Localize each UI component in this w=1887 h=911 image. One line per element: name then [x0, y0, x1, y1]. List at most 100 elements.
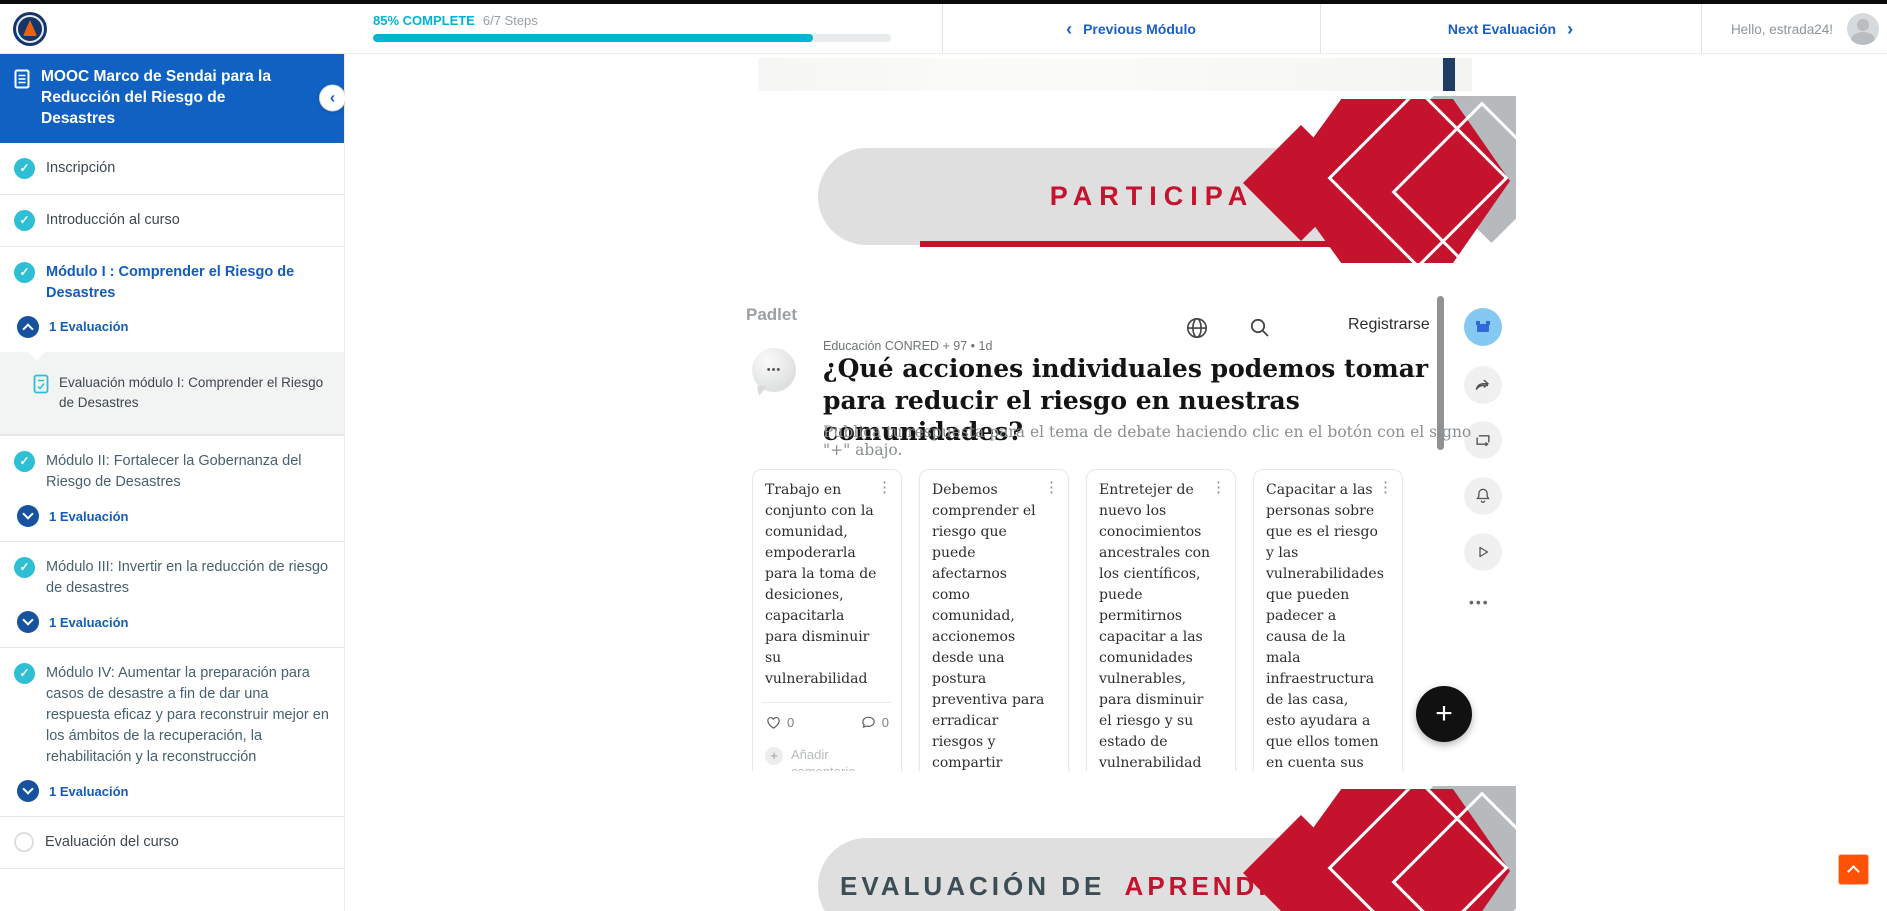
sidebar-module-1: ✓ Módulo I : Comprender el Riesgo de Des… — [0, 247, 344, 437]
hexagon-art — [1243, 96, 1516, 268]
eval-count-label: 1 Evaluación — [49, 614, 129, 630]
card-divider — [762, 702, 892, 703]
plus-icon: + — [765, 746, 783, 765]
chevron-down-circle-icon — [17, 780, 39, 803]
sidebar-item-label: Módulo III: Invertir en la reducción de … — [46, 559, 329, 597]
participa-banner: PARTICIPA — [818, 96, 1516, 268]
greeting-text: Hello, estrada24! — [1730, 21, 1833, 37]
quiz-icon — [33, 374, 49, 414]
sidebar-item-label: Evaluación del curso — [45, 834, 179, 851]
card-menu-icon[interactable]: ⋮ — [877, 476, 892, 499]
check-circle-icon: ✓ — [14, 261, 35, 283]
module-1-eval-toggle[interactable]: 1 Evaluación — [0, 310, 344, 352]
padlet-logo[interactable]: Padlet — [746, 305, 797, 325]
sidebar-module-4: ✓ Módulo IV: Aumentar la preparación par… — [0, 648, 344, 818]
sidebar-item-label: Módulo I : Comprender el Riesgo de Desas… — [46, 263, 295, 301]
course-progress: 85% COMPLETE 6/7 Steps — [373, 13, 891, 42]
padlet-card[interactable]: ⋮ Capacitar a las personas sobre que es … — [1253, 469, 1403, 771]
user-greeting: Hello, estrada24! — [1731, 4, 1879, 54]
course-sidebar: MOOC Marco de Sendai para la Reducción d… — [0, 54, 346, 911]
card-menu-icon[interactable]: ⋮ — [1211, 476, 1226, 499]
sidebar-module-3: ✓ Módulo III: Invertir en la reducción d… — [0, 542, 344, 649]
add-comment-label: Añadir comentario — [791, 746, 855, 772]
eval-count-label: 1 Evaluación — [49, 783, 129, 799]
discussion-subtitle: Publica tu respuesta para el tema de deb… — [823, 423, 1472, 459]
module-4-eval-toggle[interactable]: 1 Evaluación — [0, 774, 344, 816]
progress-bar-track — [373, 34, 891, 42]
next-evaluation-label: Next Evaluación — [1447, 21, 1557, 37]
progress-steps-label: 6/7 Steps — [482, 13, 538, 28]
register-button[interactable]: Registrarse — [1348, 316, 1430, 334]
globe-icon[interactable] — [1183, 314, 1211, 342]
sidebar-item-label: Introducción al curso — [46, 211, 180, 228]
bell-icon[interactable] — [1464, 477, 1502, 515]
scrolled-image-bottom-edge — [758, 58, 1472, 91]
sidebar-item-introduccion[interactable]: ✓ Introducción al curso — [0, 195, 344, 247]
eval-count-label: 1 Evaluación — [49, 319, 129, 335]
sidebar-item-inscripcion[interactable]: ✓ Inscripción — [0, 143, 344, 195]
module-2-eval-toggle[interactable]: 1 Evaluación — [0, 499, 344, 541]
like-count: 0 — [787, 715, 795, 730]
post-meta: Educación CONRED + 97 • 1d — [823, 339, 993, 353]
add-comment-button[interactable]: + Añadir comentario — [765, 746, 889, 772]
sidebar-item-modulo-2[interactable]: ✓ Módulo II: Fortalecer la Gobernanza de… — [0, 436, 344, 499]
comment-button[interactable]: 0 — [860, 713, 889, 733]
progress-percent-label: 85% COMPLETE — [373, 13, 475, 28]
next-evaluation-button[interactable]: Next Evaluación › — [1320, 4, 1701, 54]
progress-bar-fill — [373, 34, 814, 42]
screen: 85% COMPLETE 6/7 Steps ‹ Previous Módulo… — [0, 0, 1887, 911]
post-author-avatar[interactable]: ••• — [752, 348, 796, 392]
course-header: MOOC Marco de Sendai para la Reducción d… — [0, 54, 346, 143]
padlet-card[interactable]: ⋮ Trabajo en conjunto con la comunidad, … — [752, 469, 902, 771]
bubble-dots-icon: ••• — [766, 364, 782, 376]
sidebar-item-modulo-4[interactable]: ✓ Módulo IV: Aumentar la preparación par… — [0, 648, 344, 774]
padlet-board-avatar[interactable] — [1464, 308, 1502, 346]
slideshow-play-icon[interactable] — [1464, 533, 1502, 571]
previous-module-button[interactable]: ‹ Previous Módulo — [942, 4, 1320, 54]
course-title: MOOC Marco de Sendai para la Reducción d… — [41, 68, 271, 127]
chevron-up-icon — [1847, 865, 1860, 878]
evaluacion-title-prefix: EVALUACIÓN DE — [840, 871, 1106, 901]
more-options-icon[interactable]: ••• — [1469, 594, 1490, 610]
sidebar-module-2: ✓ Módulo II: Fortalecer la Gobernanza de… — [0, 436, 344, 543]
sidebar-subitem-label: Evaluación módulo I: Comprender el Riesg… — [59, 374, 324, 411]
search-icon[interactable] — [1246, 314, 1274, 342]
check-circle-icon: ✓ — [14, 663, 35, 685]
card-text: Debemos comprender el riesgo que puede a… — [932, 482, 1045, 771]
sidebar-item-modulo-1[interactable]: ✓ Módulo I : Comprender el Riesgo de Des… — [0, 247, 344, 310]
previous-module-label: Previous Módulo — [1083, 21, 1196, 37]
participa-title: PARTICIPA — [1049, 181, 1255, 211]
card-menu-icon[interactable]: ⋮ — [1378, 476, 1393, 499]
topbar-divider — [1701, 4, 1702, 54]
hexagon-art — [1243, 786, 1516, 911]
topbar: 85% COMPLETE 6/7 Steps ‹ Previous Módulo… — [0, 4, 1887, 54]
padlet-card[interactable]: ⋮ Entretejer de nuevo los conocimientos … — [1086, 469, 1236, 771]
check-circle-icon: ✓ — [14, 209, 35, 231]
comment-count: 0 — [881, 715, 889, 730]
chevron-left-icon: ‹ — [1066, 19, 1073, 39]
document-icon — [14, 69, 30, 89]
sidebar-subitem-evaluacion-modulo-1[interactable]: Evaluación módulo I: Comprender el Riesg… — [0, 351, 344, 436]
check-circle-icon: ✓ — [14, 157, 35, 179]
conred-logo[interactable] — [13, 12, 47, 46]
sidebar-item-label: Módulo IV: Aumentar la preparación para … — [46, 665, 329, 766]
scroll-to-top-button[interactable] — [1838, 854, 1869, 885]
user-avatar[interactable] — [1847, 13, 1879, 45]
sidebar-item-modulo-3[interactable]: ✓ Módulo III: Invertir en la reducción d… — [0, 542, 344, 605]
card-text: Entretejer de nuevo los conocimientos an… — [1099, 482, 1211, 771]
module-3-eval-toggle[interactable]: 1 Evaluación — [0, 605, 344, 647]
share-icon[interactable] — [1464, 366, 1502, 404]
padlet-cards-row: ⋮ Trabajo en conjunto con la comunidad, … — [752, 469, 1452, 771]
padlet-card[interactable]: ⋮ Debemos comprender el riesgo que puede… — [919, 469, 1069, 771]
chevron-right-icon: › — [1567, 19, 1574, 39]
sidebar-item-label: Inscripción — [46, 159, 116, 176]
eval-count-label: 1 Evaluación — [49, 508, 129, 524]
sidebar-item-evaluacion-curso[interactable]: Evaluación del curso — [0, 817, 344, 870]
image-navy-bar — [1443, 58, 1455, 91]
chevron-down-circle-icon — [17, 505, 39, 528]
sidebar-collapse-button[interactable]: ‹ — [319, 84, 346, 112]
card-menu-icon[interactable]: ⋮ — [1044, 476, 1059, 499]
empty-circle-icon — [14, 832, 34, 853]
evaluacion-banner: EVALUACIÓN DE APRENDIZAJE — [818, 786, 1516, 911]
like-button[interactable]: 0 — [765, 713, 794, 733]
